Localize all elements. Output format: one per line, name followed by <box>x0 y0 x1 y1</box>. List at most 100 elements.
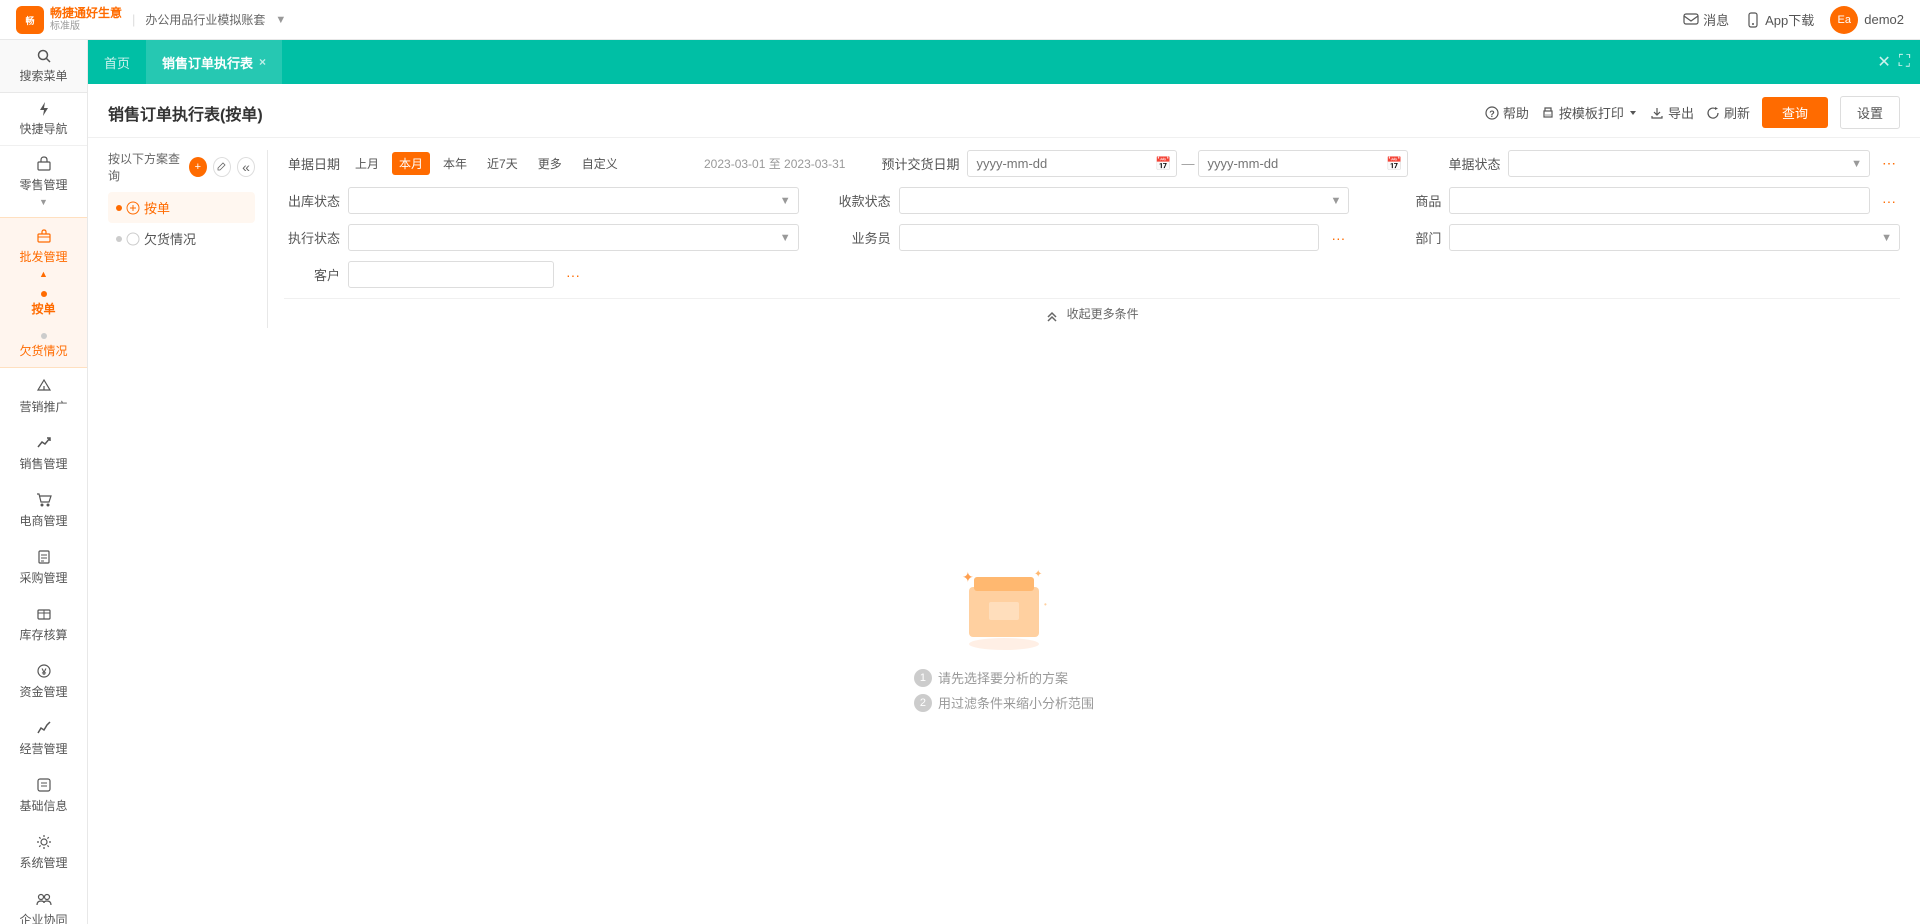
tab-home[interactable]: 首页 <box>88 40 146 84</box>
date-btn-last-month[interactable]: 上月 <box>348 152 386 175</box>
marketing-icon <box>36 378 52 394</box>
tab-sales-order[interactable]: 销售订单执行表 × <box>146 40 282 84</box>
forecast-date-to-wrap: 📅 <box>1198 150 1408 177</box>
collapse-sidebar-btn[interactable]: « <box>237 157 255 177</box>
scheme-item-debt[interactable]: 欠货情况 <box>108 223 255 254</box>
date-btn-current-month[interactable]: 本月 <box>392 152 430 175</box>
sidebar-item-collab[interactable]: 企业协同 <box>0 881 87 924</box>
phone-icon <box>1745 12 1761 28</box>
salesperson-input[interactable] <box>899 224 1320 251</box>
sidebar-item-wholesale[interactable]: 批发管理 ▲ <box>0 218 87 283</box>
tab-maximize-btn[interactable]: ⛶ <box>1899 53 1910 71</box>
basic-info-label: 基础信息 <box>19 797 67 814</box>
sidebar-item-quick-nav[interactable]: 快捷导航 <box>0 93 87 146</box>
sidebar-item-operations[interactable]: 经营管理 <box>0 710 87 767</box>
sidebar-item-system[interactable]: 系统管理 <box>0 824 87 881</box>
payment-select[interactable] <box>899 187 1350 214</box>
breadcrumb-dropdown[interactable]: ▼ <box>275 14 286 26</box>
edit-scheme-btn[interactable] <box>213 157 231 177</box>
date-btn-7days[interactable]: 近7天 <box>480 152 525 175</box>
sidebar-sub-debt[interactable]: 欠货情况 <box>0 325 87 367</box>
customer-field: 客户 ··· <box>284 261 584 288</box>
scheme-item-order[interactable]: 按单 <box>108 192 255 223</box>
system-icon <box>36 834 52 850</box>
main-layout: 搜索菜单 快捷导航 零售管理 ▼ 批发管理 <box>0 40 1920 924</box>
customer-more-dots[interactable]: ··· <box>562 267 584 283</box>
date-btn-year[interactable]: 本年 <box>436 152 474 175</box>
search-menu-label: 搜索菜单 <box>19 67 67 84</box>
help-button[interactable]: ? 帮助 <box>1485 103 1529 122</box>
svg-text:¥: ¥ <box>41 667 46 677</box>
date-section: 上月 本月 本年 近7天 更多 自定义 <box>348 152 625 175</box>
payment-field: 收款状态 ▼ <box>835 187 1350 214</box>
collab-icon <box>36 891 52 907</box>
date-field: 单据日期 上月 本月 本年 近7天 更多 自定义 <box>284 152 684 175</box>
empty-box-svg: ✦ ✦ • <box>944 552 1064 652</box>
scheme-debt-icon <box>126 232 140 246</box>
sidebar-item-retail[interactable]: 零售管理 ▼ <box>0 146 87 217</box>
scheme-dot-inactive <box>116 236 122 242</box>
forecast-date-from[interactable] <box>967 150 1177 177</box>
tab-close-btn[interactable]: × <box>259 55 266 69</box>
product-more-dots[interactable]: ··· <box>1878 193 1900 209</box>
logo-area: 畅 畅捷通好生意 标准版 <box>16 6 122 34</box>
message-button[interactable]: 消息 <box>1683 10 1729 29</box>
sidebar-item-purchase[interactable]: 采购管理 <box>0 539 87 596</box>
export-button[interactable]: 导出 <box>1650 103 1694 122</box>
search-icon <box>36 48 52 64</box>
sidebar-item-finance[interactable]: ¥ 资金管理 <box>0 653 87 710</box>
query-button[interactable]: 查询 <box>1762 97 1828 128</box>
add-scheme-btn[interactable]: + <box>189 157 207 177</box>
sidebar-item-search-menu[interactable]: 搜索菜单 <box>0 40 87 93</box>
app-download-button[interactable]: App下载 <box>1745 10 1814 29</box>
execution-select[interactable] <box>348 224 799 251</box>
date-btn-more[interactable]: 更多 <box>531 152 569 175</box>
print-label: 按模板打印 <box>1559 103 1624 122</box>
print-icon <box>1541 106 1555 120</box>
date-label: 单据日期 <box>284 154 340 173</box>
scheme-dot-active <box>116 205 122 211</box>
purchase-icon <box>36 549 52 565</box>
purchase-label: 采购管理 <box>19 569 67 586</box>
empty-num-1: 1 <box>914 669 932 687</box>
status-select[interactable] <box>1508 150 1870 177</box>
delivery-field: 出库状态 ▼ <box>284 187 799 214</box>
sidebar-sub-order[interactable]: 按单 <box>0 283 87 325</box>
customer-input[interactable] <box>348 261 554 288</box>
retail-label: 零售管理 <box>19 176 67 193</box>
refresh-button[interactable]: 刷新 <box>1706 103 1750 122</box>
print-button[interactable]: 按模板打印 <box>1541 103 1638 122</box>
marketing-label: 营销推广 <box>19 398 67 415</box>
forecast-date-to[interactable] <box>1198 150 1408 177</box>
empty-hint-1: 1 请先选择要分析的方案 <box>914 668 1068 687</box>
filter-row-3: 执行状态 ▼ 业务员 ··· <box>284 224 1900 251</box>
sidebar-item-ecommerce[interactable]: 电商管理 <box>0 482 87 539</box>
content-area: 首页 销售订单执行表 × ✕ ⛶ 销售订单执行表(按单) ? <box>88 40 1920 924</box>
sidebar-item-marketing[interactable]: 营销推广 <box>0 368 87 425</box>
finance-label: 资金管理 <box>19 683 67 700</box>
sidebar-item-inventory[interactable]: 库存核算 <box>0 596 87 653</box>
product-input[interactable] <box>1449 187 1870 214</box>
product-label: 商品 <box>1385 191 1441 210</box>
date-btn-custom[interactable]: 自定义 <box>575 152 625 175</box>
ecommerce-label: 电商管理 <box>19 512 67 529</box>
svg-text:✦: ✦ <box>962 569 974 585</box>
app-download-label: App下载 <box>1765 10 1814 29</box>
settings-button[interactable]: 设置 <box>1840 96 1900 129</box>
page-title: 销售订单执行表(按单) <box>108 101 263 125</box>
user-menu[interactable]: Ea demo2 <box>1830 6 1904 34</box>
empty-hint-2: 2 用过滤条件来缩小分析范围 <box>914 693 1094 712</box>
basic-info-icon <box>36 777 52 793</box>
sidebar-item-sales[interactable]: 销售管理 <box>0 425 87 482</box>
salesperson-more-dots[interactable]: ··· <box>1327 230 1349 246</box>
tab-close-window-btn[interactable]: ✕ <box>1877 52 1890 72</box>
delivery-select[interactable] <box>348 187 799 214</box>
empty-state: ✦ ✦ • 1 请先选择要分析的方案 2 用过滤条件来缩小分析范围 <box>88 340 1920 924</box>
sidebar-item-basic-info[interactable]: 基础信息 <box>0 767 87 824</box>
help-label: 帮助 <box>1503 103 1529 122</box>
empty-hint-1-text: 请先选择要分析的方案 <box>938 668 1068 687</box>
date-sep-1: — <box>1181 156 1194 171</box>
department-select[interactable] <box>1449 224 1900 251</box>
collapse-bar[interactable]: 收起更多条件 <box>284 298 1900 328</box>
filter-area: 按以下方案查询 + « <box>88 138 1920 340</box>
